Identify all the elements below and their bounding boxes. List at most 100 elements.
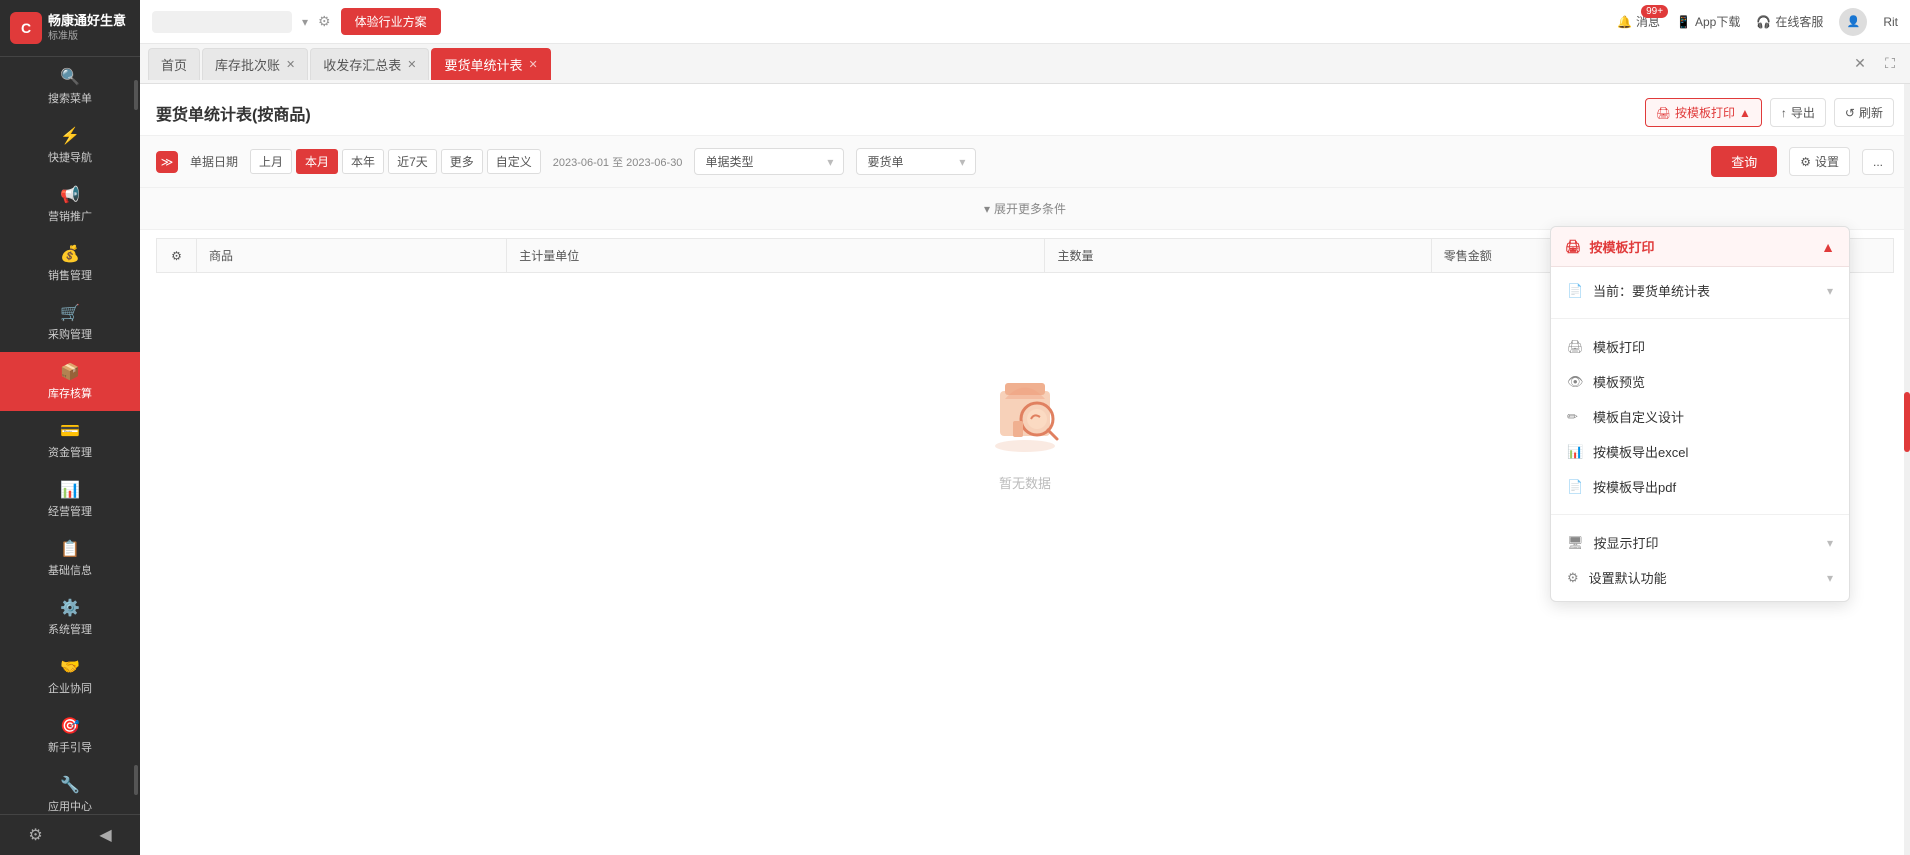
refresh-icon: ↺ xyxy=(1845,106,1855,120)
sidebar-item-system[interactable]: ⚙️ 系统管理 xyxy=(0,588,140,647)
dropdown-printer-icon: 🖨 xyxy=(1565,239,1582,255)
user-avatar-item[interactable]: 👤 xyxy=(1839,8,1867,36)
sidebar-settings-icon[interactable]: ⚙ xyxy=(28,825,42,845)
sidebar-item-enterprise[interactable]: 🤝 企业协同 xyxy=(0,647,140,706)
sidebar-bottom: ⚙ ◀ xyxy=(0,814,140,855)
dropdown-group-display-print-left: 🖥 按显示打印 xyxy=(1567,533,1659,552)
dropdown-header[interactable]: 🖨 按模板打印 ▲ xyxy=(1551,227,1849,267)
dropdown-title: 按模板打印 xyxy=(1590,237,1655,256)
trial-button[interactable]: 体验行业方案 xyxy=(341,8,441,35)
dropdown-item-pdf-label: 按模板导出pdf xyxy=(1593,477,1833,496)
refresh-button[interactable]: ↺ 刷新 xyxy=(1834,98,1894,127)
tab-order-stats[interactable]: 要货单统计表 ✕ xyxy=(431,48,550,80)
sidebar-collapse-icon[interactable]: ◀ xyxy=(99,825,111,845)
tab-inventory-batch[interactable]: 库存批次账 ✕ xyxy=(202,48,308,80)
sidebar-item-search[interactable]: 🔍 搜索菜单 xyxy=(0,57,140,116)
dropdown-item-print-label: 模板打印 xyxy=(1593,337,1833,356)
app-name: 畅康通好生意 xyxy=(48,13,126,30)
sidebar-scroll-up xyxy=(134,80,138,110)
sidebar-item-app-center[interactable]: 🔧 应用中心 xyxy=(0,765,140,814)
table-header-unit: 主计量单位 xyxy=(507,239,1045,273)
messages-item[interactable]: 🔔 消息 99+ xyxy=(1617,13,1660,30)
sidebar-item-sales[interactable]: 💰 销售管理 xyxy=(0,234,140,293)
dropdown-current-template[interactable]: 📄 当前：要货单统计表 ▾ xyxy=(1551,273,1849,308)
sidebar-item-finance[interactable]: 💳 资金管理 xyxy=(0,411,140,470)
app-subtitle: 标准版 xyxy=(48,30,126,43)
tab-inventory-batch-label: 库存批次账 xyxy=(215,55,280,74)
export-button[interactable]: ↑ 导出 xyxy=(1770,98,1826,127)
dropdown-item-design[interactable]: ✏ 模板自定义设计 xyxy=(1551,399,1849,434)
date-btn-7days[interactable]: 近7天 xyxy=(388,149,437,174)
template-icon: 📄 xyxy=(1567,283,1583,299)
filter-expand-icon[interactable]: ≫ xyxy=(156,151,178,173)
print-template-button[interactable]: 🖨 按模板打印 ▲ xyxy=(1645,98,1762,127)
dropdown-group-set-default-left: ⚙ 设置默认功能 xyxy=(1567,568,1667,587)
tab-receipt-summary[interactable]: 收发存汇总表 ✕ xyxy=(310,48,429,80)
expand-down-icon: ▾ xyxy=(984,202,990,216)
bell-icon: 🔔 xyxy=(1617,15,1632,29)
username-label: Rit xyxy=(1883,15,1898,29)
page-actions: 🖨 按模板打印 ▲ ↑ 导出 ↺ 刷新 xyxy=(1645,98,1894,127)
breadcrumb-input[interactable] xyxy=(152,11,292,33)
date-btn-custom[interactable]: 自定义 xyxy=(487,149,541,174)
goods-filter-dropdown[interactable]: 要货单 ▾ xyxy=(856,148,976,175)
printer-icon: 🖨 xyxy=(1656,106,1671,120)
scrollbar-thumb xyxy=(1904,392,1910,452)
online-service-item[interactable]: 🎧 在线客服 xyxy=(1756,13,1823,30)
tab-inventory-batch-close-icon[interactable]: ✕ xyxy=(286,58,295,71)
dropdown-item-excel[interactable]: 📊 按模板导出excel xyxy=(1551,434,1849,469)
settings-button[interactable]: ⚙ 设置 xyxy=(1789,147,1850,176)
tab-home[interactable]: 首页 xyxy=(148,48,200,80)
dropdown-item-preview[interactable]: 👁 模板预览 xyxy=(1551,364,1849,399)
guide-icon: 🎯 xyxy=(60,716,80,736)
dropdown-collapse-icon[interactable]: ▲ xyxy=(1821,239,1835,255)
window-controls: ✕ ⛶ xyxy=(1848,52,1902,76)
dropdown-group-display-print[interactable]: 🖥 按显示打印 ▾ xyxy=(1551,525,1849,560)
date-btn-this-year[interactable]: 本年 xyxy=(342,149,384,174)
set-default-icon: ⚙ xyxy=(1567,570,1579,586)
tab-order-stats-close-icon[interactable]: ✕ xyxy=(529,58,538,71)
table-header-quantity: 主数量 xyxy=(1045,239,1431,273)
logo-text: 畅康通好生意 标准版 xyxy=(48,13,126,43)
type-filter-dropdown[interactable]: 单据类型 ▾ xyxy=(694,148,844,175)
finance-icon: 💳 xyxy=(60,421,80,441)
filter-bar: ≫ 单据日期 上月 本月 本年 近7天 更多 自定义 2023-06-01 至 … xyxy=(140,136,1910,188)
query-button[interactable]: 查询 xyxy=(1711,146,1777,177)
table-header-settings[interactable]: ⚙ xyxy=(157,239,197,273)
app-download-item[interactable]: 📱 App下载 xyxy=(1676,13,1740,30)
sidebar-item-inventory[interactable]: 📦 库存核算 xyxy=(0,352,140,411)
sidebar-item-basic-info[interactable]: 📋 基础信息 xyxy=(0,529,140,588)
dropdown-item-print[interactable]: 🖨 模板打印 xyxy=(1551,329,1849,364)
chevron-up-icon: ▲ xyxy=(1739,106,1751,120)
header-gear-icon[interactable]: ⚙ xyxy=(318,13,331,30)
tab-order-stats-label: 要货单统计表 xyxy=(444,55,522,74)
more-options-button[interactable]: ... xyxy=(1862,149,1894,175)
search-icon: 🔍 xyxy=(60,67,80,87)
set-default-arrow-icon: ▾ xyxy=(1827,571,1833,585)
date-btn-last-month[interactable]: 上月 xyxy=(250,149,292,174)
sidebar-item-quick-nav[interactable]: ⚡ 快捷导航 xyxy=(0,116,140,175)
table-header-product: 商品 xyxy=(197,239,507,273)
system-icon: ⚙️ xyxy=(60,598,80,618)
goods-filter-label: 要货单 xyxy=(867,153,903,170)
type-filter-label: 单据类型 xyxy=(705,153,753,170)
date-btn-this-month[interactable]: 本月 xyxy=(296,149,338,174)
marketing-icon: 📢 xyxy=(60,185,80,205)
right-scrollbar[interactable] xyxy=(1904,84,1910,855)
sidebar-item-operations[interactable]: 📊 经营管理 xyxy=(0,470,140,529)
sidebar-item-guide[interactable]: 🎯 新手引导 xyxy=(0,706,140,765)
window-close-button[interactable]: ✕ xyxy=(1848,52,1872,76)
sidebar-item-purchase[interactable]: 🛒 采购管理 xyxy=(0,293,140,352)
tab-receipt-summary-close-icon[interactable]: ✕ xyxy=(407,58,416,71)
breadcrumb-chevron-icon[interactable]: ▾ xyxy=(302,15,308,29)
sidebar-item-marketing[interactable]: 📢 营销推广 xyxy=(0,175,140,234)
username-item[interactable]: Rit xyxy=(1883,15,1898,29)
table-settings-icon[interactable]: ⚙ xyxy=(171,249,182,263)
dropdown-item-pdf[interactable]: 📄 按模板导出pdf xyxy=(1551,469,1849,504)
window-maximize-button[interactable]: ⛶ xyxy=(1878,52,1902,76)
page-header: 要货单统计表(按商品) 🖨 按模板打印 ▲ ↑ 导出 ↺ 刷新 xyxy=(140,84,1910,136)
expand-more-button[interactable]: ▾ 展开更多条件 xyxy=(146,194,1904,223)
date-btn-more[interactable]: 更多 xyxy=(441,149,483,174)
service-icon: 🎧 xyxy=(1756,15,1771,29)
dropdown-group-set-default[interactable]: ⚙ 设置默认功能 ▾ xyxy=(1551,560,1849,595)
